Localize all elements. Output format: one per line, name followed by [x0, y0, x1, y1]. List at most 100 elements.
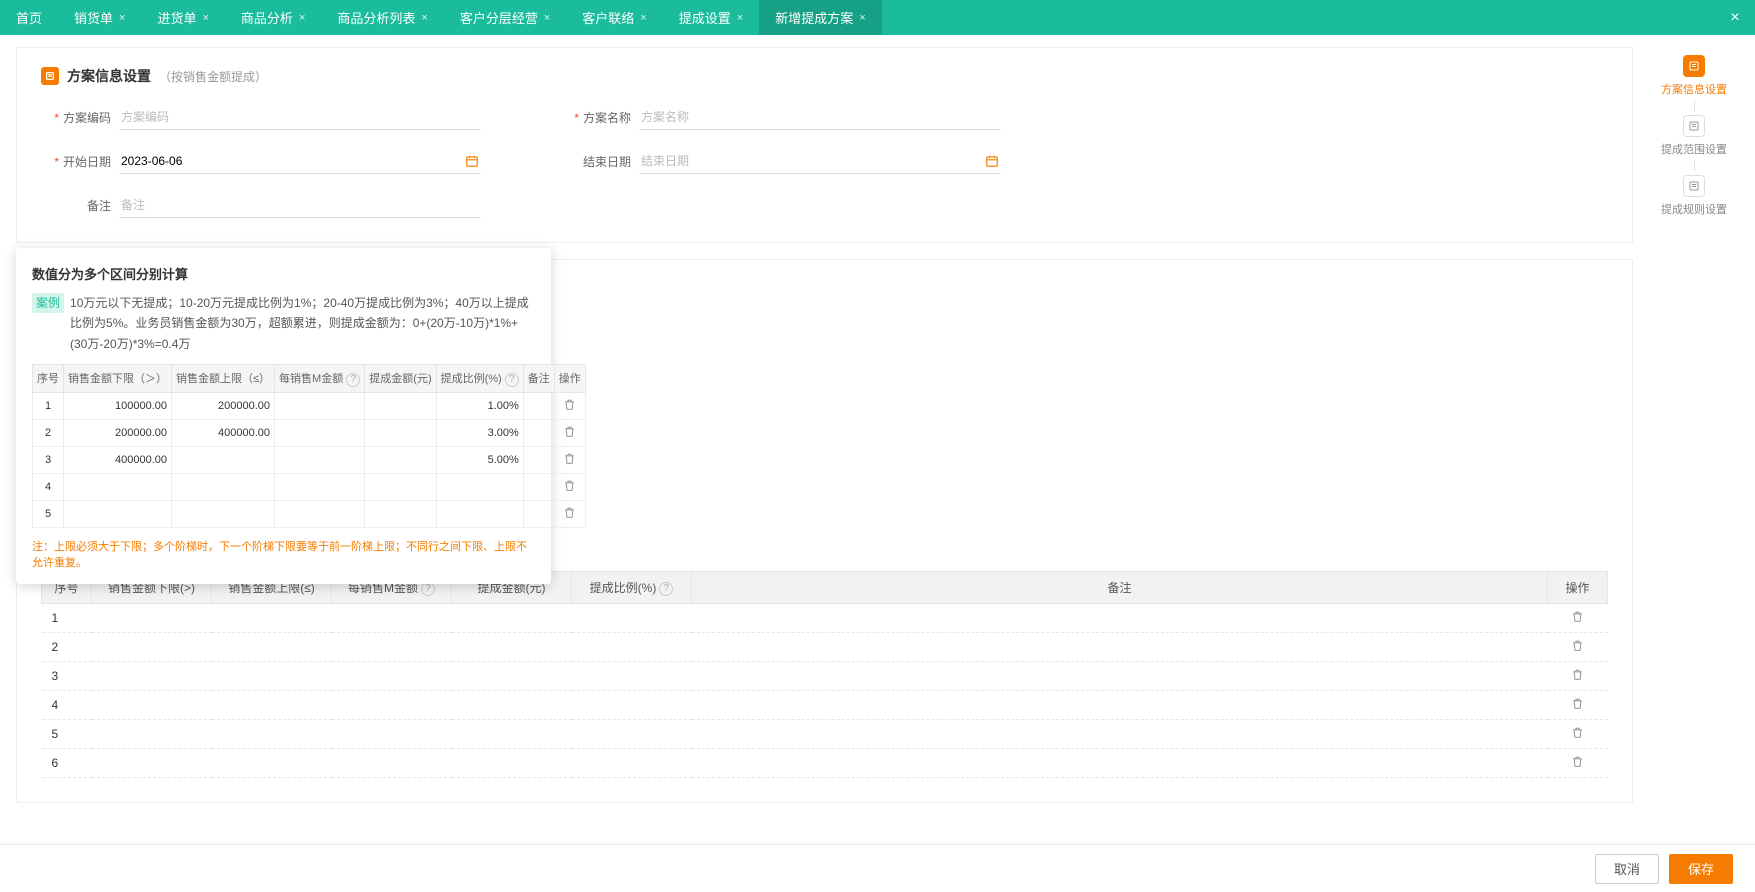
delete-icon[interactable]	[563, 483, 576, 495]
cell-ratio[interactable]	[572, 662, 692, 691]
tab-进货单[interactable]: 进货单×	[141, 0, 224, 35]
cell-upper[interactable]	[212, 691, 332, 720]
tab-新增提成方案[interactable]: 新增提成方案×	[759, 0, 881, 35]
delete-icon[interactable]	[563, 402, 576, 414]
close-icon[interactable]: ×	[119, 12, 125, 24]
cell-remark[interactable]	[692, 691, 1548, 720]
delete-icon[interactable]	[563, 429, 576, 441]
help-icon: ?	[505, 373, 519, 387]
tab-客户联络[interactable]: 客户联络×	[566, 0, 662, 35]
cell-perm	[275, 419, 365, 446]
cell-lower[interactable]	[92, 720, 212, 749]
save-button[interactable]: 保存	[1669, 854, 1733, 884]
cell-ratio[interactable]	[572, 633, 692, 662]
cell-amount[interactable]	[452, 749, 572, 778]
tooltip-title: 数值分为多个区间分别计算	[32, 264, 535, 283]
form-icon	[41, 67, 59, 85]
cell-ratio[interactable]	[572, 691, 692, 720]
cell-perm	[275, 500, 365, 527]
cell-amount[interactable]	[452, 662, 572, 691]
tab-商品分析列表[interactable]: 商品分析列表×	[321, 0, 443, 35]
cell-upper[interactable]	[212, 749, 332, 778]
cell-seq: 3	[33, 446, 64, 473]
cell-lower[interactable]	[92, 662, 212, 691]
cell-lower[interactable]	[92, 691, 212, 720]
tab-提成设置[interactable]: 提成设置×	[663, 0, 759, 35]
calendar-icon[interactable]	[985, 154, 999, 168]
cell-amount[interactable]	[452, 633, 572, 662]
cell-remark[interactable]	[692, 749, 1548, 778]
plan-code-input[interactable]	[119, 104, 481, 130]
tab-商品分析[interactable]: 商品分析×	[225, 0, 321, 35]
delete-icon[interactable]	[563, 456, 576, 468]
cell-upper[interactable]	[212, 720, 332, 749]
cancel-button[interactable]: 取消	[1595, 854, 1659, 884]
cell-op	[554, 473, 585, 500]
cell-remark[interactable]	[692, 720, 1548, 749]
close-icon[interactable]: ×	[421, 12, 427, 24]
cell-amount[interactable]	[452, 720, 572, 749]
table-row: 2	[42, 633, 1608, 662]
cell-amount[interactable]	[452, 691, 572, 720]
calendar-icon[interactable]	[465, 154, 479, 168]
cell-perm[interactable]	[332, 633, 452, 662]
cell-lower[interactable]	[92, 633, 212, 662]
cell-op	[1548, 691, 1608, 720]
delete-icon[interactable]	[1571, 641, 1584, 655]
close-icon[interactable]: ×	[544, 12, 550, 24]
cell-remark	[523, 500, 554, 527]
cell-upper[interactable]	[212, 633, 332, 662]
start-date-input[interactable]	[119, 148, 481, 174]
cell-perm[interactable]	[332, 720, 452, 749]
help-icon[interactable]: ?	[659, 582, 673, 596]
tab-客户分层经营[interactable]: 客户分层经营×	[444, 0, 566, 35]
step-item[interactable]: 方案信息设置	[1661, 55, 1727, 97]
cell-perm[interactable]	[332, 749, 452, 778]
delete-icon[interactable]	[1571, 699, 1584, 713]
close-icon[interactable]: ×	[737, 12, 743, 24]
cell-ratio[interactable]	[572, 749, 692, 778]
step-item[interactable]: 提成范围设置	[1661, 115, 1727, 157]
close-icon[interactable]: ×	[202, 12, 208, 24]
cell-ratio[interactable]	[572, 604, 692, 633]
cell-seq: 6	[42, 749, 92, 778]
plan-info-card: 方案信息设置 （按销售金额提成） 方案编码 方案名称 开始日期	[16, 47, 1633, 243]
close-all-tabs-button[interactable]: ×	[1715, 0, 1755, 35]
cell-perm[interactable]	[332, 604, 452, 633]
delete-icon[interactable]	[1571, 612, 1584, 626]
delete-icon[interactable]	[1571, 728, 1584, 742]
cell-remark[interactable]	[692, 662, 1548, 691]
cell-perm[interactable]	[332, 662, 452, 691]
section-subtitle: （按销售金额提成）	[159, 68, 267, 85]
cell-lower[interactable]	[92, 604, 212, 633]
close-icon[interactable]: ×	[299, 12, 305, 24]
tab-销货单[interactable]: 销货单×	[58, 0, 141, 35]
rule-table: 序号 销售金额下限(>) 销售金额上限(≤) 每销售M金额? 提成金额(元) 提…	[41, 571, 1608, 778]
step-item[interactable]: 提成规则设置	[1661, 175, 1727, 217]
form-icon	[1683, 175, 1705, 197]
cell-perm[interactable]	[332, 691, 452, 720]
cell-op	[1548, 604, 1608, 633]
cell-upper[interactable]	[212, 662, 332, 691]
close-icon[interactable]: ×	[859, 12, 865, 24]
delete-icon[interactable]	[1571, 757, 1584, 771]
close-icon[interactable]: ×	[640, 12, 646, 24]
cell-lower	[64, 500, 172, 527]
cell-perm	[275, 446, 365, 473]
cell-remark[interactable]	[692, 633, 1548, 662]
delete-icon[interactable]	[1571, 670, 1584, 684]
tab-首页[interactable]: 首页	[0, 0, 58, 35]
plan-name-input[interactable]	[639, 104, 1001, 130]
help-icon[interactable]: ?	[421, 582, 435, 596]
remark-input[interactable]	[119, 192, 481, 218]
cell-upper: 200000.00	[172, 392, 275, 419]
cell-seq: 5	[42, 720, 92, 749]
cell-amount[interactable]	[452, 604, 572, 633]
cell-remark[interactable]	[692, 604, 1548, 633]
end-date-input[interactable]	[639, 148, 1001, 174]
cell-lower[interactable]	[92, 749, 212, 778]
cell-ratio[interactable]	[572, 720, 692, 749]
cell-upper[interactable]	[212, 604, 332, 633]
delete-icon[interactable]	[563, 510, 576, 522]
cell-upper: 400000.00	[172, 419, 275, 446]
